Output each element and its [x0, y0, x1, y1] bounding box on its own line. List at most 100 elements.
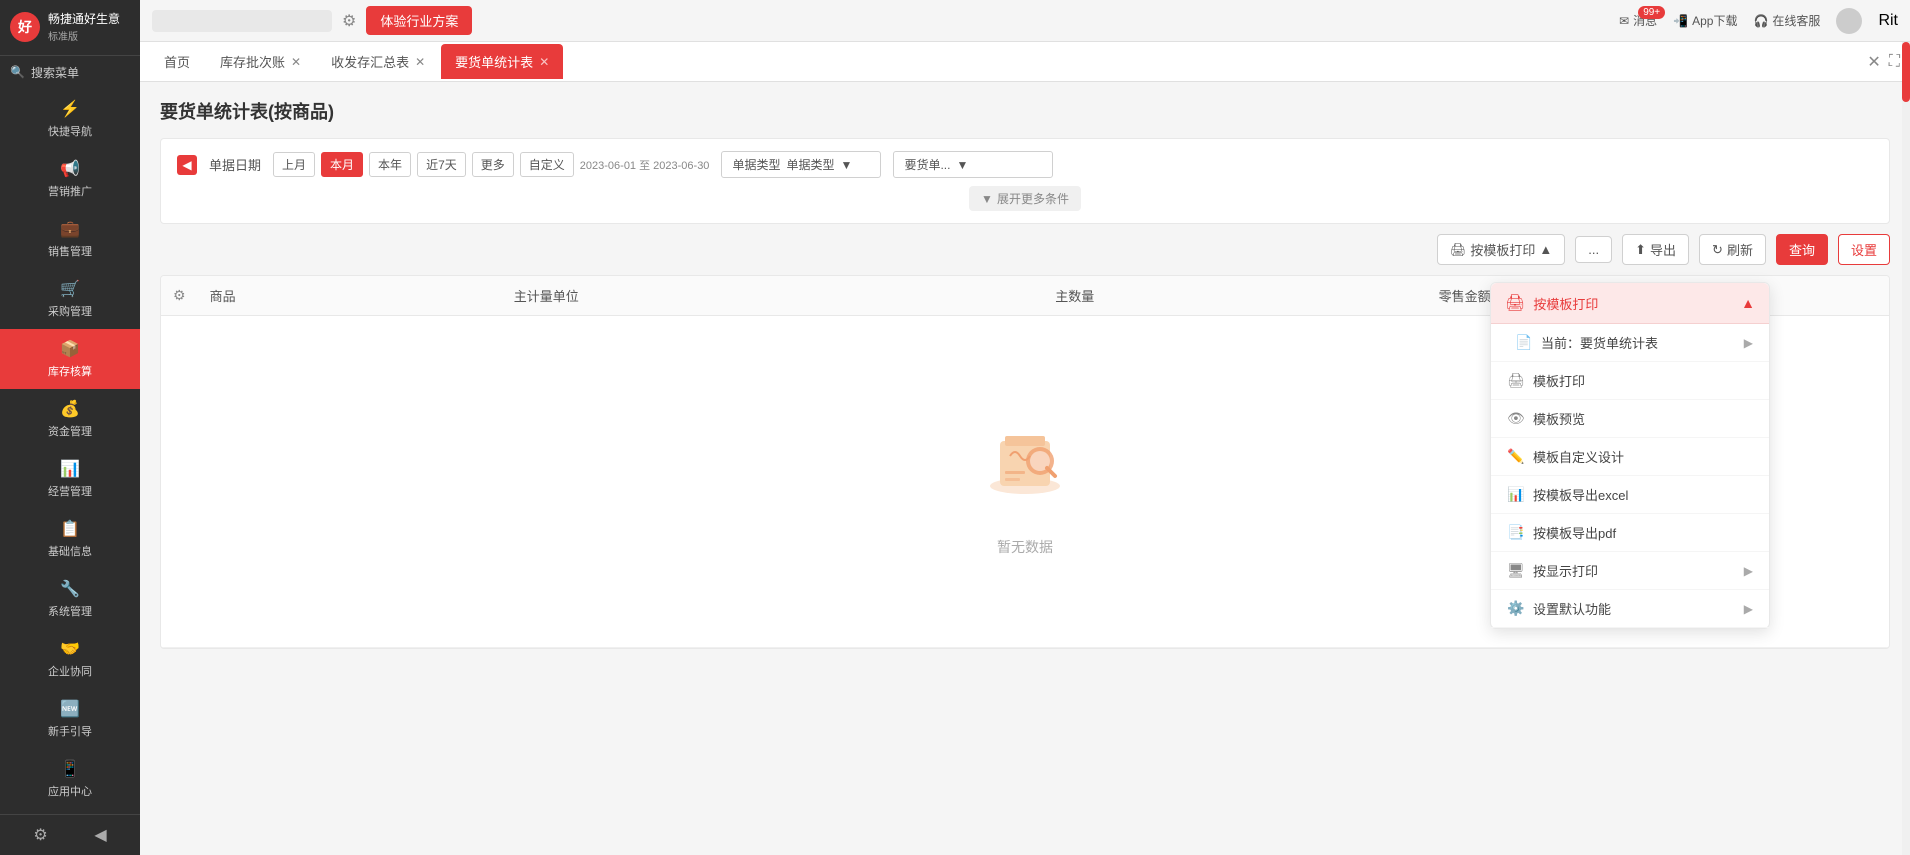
- dropdown-title: 按模板打印: [1533, 294, 1598, 313]
- chevron-up-icon: ▲: [1539, 242, 1552, 257]
- dropdown-template-print[interactable]: 🖨 模板打印: [1491, 362, 1769, 400]
- sidebar-item-finance[interactable]: 💰 资金管理: [0, 389, 140, 449]
- collapse-sidebar-icon[interactable]: ◀: [94, 825, 106, 845]
- industry-btn[interactable]: 体验行业方案: [366, 6, 472, 35]
- header-gear-icon[interactable]: ⚙: [342, 11, 356, 31]
- tab-order-stats-close[interactable]: ✕: [539, 55, 549, 69]
- sidebar-item-purchase[interactable]: 🛒 采购管理: [0, 269, 140, 329]
- sidebar-item-guide[interactable]: 🆕 新手引导: [0, 689, 140, 749]
- date-btn-custom[interactable]: 自定义: [520, 152, 574, 177]
- dropdown-display-print[interactable]: 🖥 按显示打印 ▶: [1491, 552, 1769, 590]
- current-template-icon: 📄: [1515, 334, 1531, 351]
- tab-receipt-summary-label: 收发存汇总表: [331, 52, 409, 71]
- logo-icon: 好: [10, 12, 40, 42]
- dropdown-template-excel[interactable]: 📊 按模板导出excel: [1491, 476, 1769, 514]
- col-gear: ⚙: [161, 276, 198, 316]
- message-icon: ✉: [1619, 14, 1629, 28]
- dropdown-print-icon: 🖨: [1505, 293, 1525, 313]
- date-btn-this-year[interactable]: 本年: [369, 152, 411, 177]
- date-btn-last-month[interactable]: 上月: [273, 152, 315, 177]
- maximize-icon[interactable]: ⛶: [1889, 53, 1900, 71]
- sales-icon: 💼: [60, 219, 80, 239]
- expand-more-label: 展开更多条件: [997, 190, 1069, 207]
- collapse-icon[interactable]: ◀: [177, 155, 197, 175]
- sidebar-item-marketing[interactable]: 📢 营销推广: [0, 149, 140, 209]
- breadcrumb-input[interactable]: [152, 10, 332, 32]
- date-btn-more[interactable]: 更多: [472, 152, 514, 177]
- quick-nav-icon: ⚡: [60, 99, 80, 119]
- dropdown-template-design[interactable]: ✏️ 模板自定义设计: [1491, 438, 1769, 476]
- purchase-icon: 🛒: [60, 279, 80, 299]
- sidebar-item-label: 经营管理: [48, 483, 92, 499]
- sidebar-item-app-center[interactable]: 📱 应用中心: [0, 749, 140, 809]
- expand-more-row: ▼ 展开更多条件: [177, 186, 1873, 211]
- app-download-label: App下载: [1692, 12, 1737, 29]
- tab-home[interactable]: 首页: [150, 44, 204, 79]
- sidebar-item-label: 应用中心: [48, 783, 92, 799]
- message-badge: 99+: [1638, 6, 1665, 19]
- date-filter-group: 上月 本月 本年 近7天 更多 自定义 2023-06-01 至 2023-06…: [273, 152, 709, 177]
- sidebar-logo: 好 畅捷通好生意 标准版: [0, 0, 140, 56]
- toolbar: 🖨 按模板打印 ▲ ... ⬆ 导出 ↻ 刷新 查询 设置: [160, 234, 1890, 265]
- goods-filter-select[interactable]: 要货单... ▼: [893, 151, 1053, 178]
- template-preview-icon: 👁: [1507, 410, 1523, 427]
- dropdown-header-left: 🖨 按模板打印: [1505, 293, 1598, 313]
- more-options-btn[interactable]: ...: [1575, 236, 1612, 263]
- tab-batch-account-close[interactable]: ✕: [291, 55, 301, 69]
- dropdown-header[interactable]: 🖨 按模板打印 ▲: [1491, 283, 1769, 324]
- online-service-label: 在线客服: [1772, 12, 1820, 29]
- dropdown-set-default[interactable]: ⚙️ 设置默认功能 ▶: [1491, 590, 1769, 628]
- settings-icon[interactable]: ⚙: [33, 825, 47, 845]
- search-menu[interactable]: 🔍 搜索菜单: [0, 56, 140, 89]
- empty-illustration: [975, 406, 1075, 525]
- sidebar-item-label: 企业协同: [48, 663, 92, 679]
- page-content: 要货单统计表(按商品) ◀ 单据日期 上月 本月 本年 近7天 更多 自定义 2…: [140, 82, 1910, 855]
- dropdown-current-template[interactable]: 📄 当前：要货单统计表 ▶: [1491, 324, 1769, 362]
- sidebar-item-operations[interactable]: 📊 经营管理: [0, 449, 140, 509]
- date-btn-this-month[interactable]: 本月: [321, 152, 363, 177]
- sidebar-item-basic-info[interactable]: 📋 基础信息: [0, 509, 140, 569]
- set-default-icon: ⚙️: [1507, 600, 1523, 617]
- date-btn-7days[interactable]: 近7天: [417, 152, 466, 177]
- app-download-btn[interactable]: 📲 App下载: [1673, 12, 1737, 29]
- refresh-btn[interactable]: ↻ 刷新: [1699, 234, 1766, 265]
- system-icon: 🔧: [60, 579, 80, 599]
- sidebar-item-label: 系统管理: [48, 603, 92, 619]
- scrollbar-thumb: [1902, 42, 1910, 102]
- user-avatar[interactable]: [1836, 8, 1862, 34]
- dropdown-chevron-icon: ▲: [1741, 295, 1755, 311]
- sidebar-item-quick-nav[interactable]: ⚡ 快捷导航: [0, 89, 140, 149]
- close-window-icon[interactable]: ✕: [1867, 52, 1880, 72]
- tab-bar: 首页 库存批次账 ✕ 收发存汇总表 ✕ 要货单统计表 ✕ ✕ ⛶: [140, 42, 1910, 82]
- tab-order-stats[interactable]: 要货单统计表 ✕: [441, 44, 563, 79]
- export-btn[interactable]: ⬆ 导出: [1622, 234, 1689, 265]
- sidebar-item-system[interactable]: 🔧 系统管理: [0, 569, 140, 629]
- sidebar-item-sales[interactable]: 💼 销售管理: [0, 209, 140, 269]
- sidebar-item-collab[interactable]: 🤝 企业协同: [0, 629, 140, 689]
- sidebar-item-inventory[interactable]: 📦 库存核算: [0, 329, 140, 389]
- print-template-btn[interactable]: 🖨 按模板打印 ▲: [1437, 234, 1565, 265]
- expand-more-btn[interactable]: ▼ 展开更多条件: [969, 186, 1081, 211]
- doc-type-select[interactable]: 单据类型 单据类型 ▼: [721, 151, 881, 178]
- dropdown-template-pdf[interactable]: 📑 按模板导出pdf: [1491, 514, 1769, 552]
- query-btn[interactable]: 查询: [1776, 234, 1828, 265]
- sidebar-item-label: 新手引导: [48, 723, 92, 739]
- online-service-btn[interactable]: 🎧 在线客服: [1753, 12, 1820, 29]
- template-pdf-icon: 📑: [1507, 524, 1523, 541]
- tab-batch-account[interactable]: 库存批次账 ✕: [206, 44, 315, 79]
- template-print-label: 模板打印: [1533, 371, 1585, 390]
- print-icon: 🖨: [1450, 242, 1467, 258]
- settings-btn[interactable]: 设置: [1838, 234, 1890, 265]
- right-scrollbar[interactable]: [1902, 42, 1910, 855]
- tab-receipt-summary-close[interactable]: ✕: [415, 55, 425, 69]
- inventory-icon: 📦: [60, 339, 80, 359]
- sidebar: 好 畅捷通好生意 标准版 🔍 搜索菜单 ⚡ 快捷导航 📢 营销推广 💼 销售管理…: [0, 0, 140, 855]
- tab-receipt-summary[interactable]: 收发存汇总表 ✕: [317, 44, 439, 79]
- table-settings-icon[interactable]: ⚙: [173, 287, 186, 303]
- main-content: ⚙ 体验行业方案 ✉ 消息 99+ 📲 App下载 🎧 在线客服 Rit 首页: [140, 0, 1910, 855]
- set-default-left: ⚙️ 设置默认功能: [1507, 599, 1611, 618]
- display-print-icon: 🖥: [1507, 562, 1523, 579]
- tab-batch-account-label: 库存批次账: [220, 52, 285, 71]
- message-btn[interactable]: ✉ 消息 99+: [1619, 12, 1657, 29]
- dropdown-template-preview[interactable]: 👁 模板预览: [1491, 400, 1769, 438]
